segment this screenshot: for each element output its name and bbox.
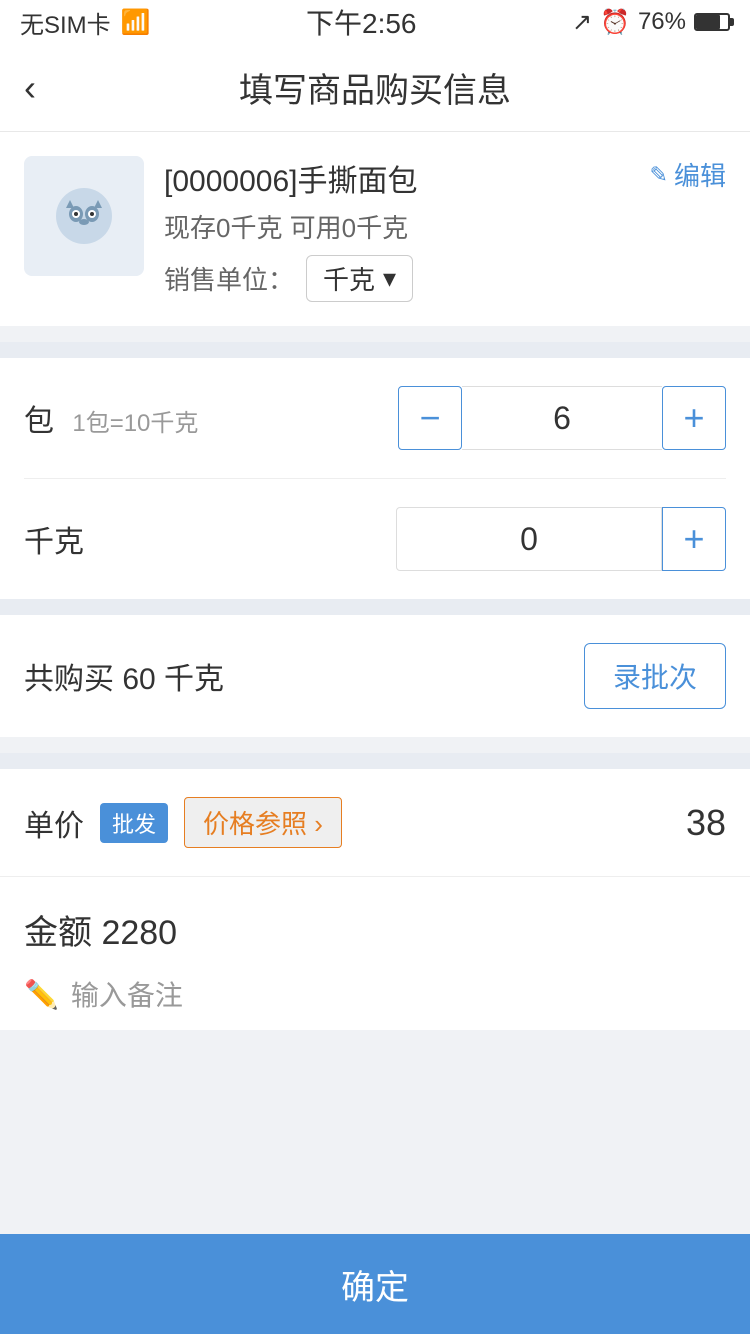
dropdown-icon: ▾ bbox=[383, 263, 396, 294]
package-sublabel: 1包=10千克 bbox=[72, 410, 198, 437]
product-card: [0000006]手撕面包 ✎ 编辑 现存0千克 可用0千克 销售单位： 千克 … bbox=[0, 132, 750, 326]
batch-button[interactable]: 录批次 bbox=[584, 643, 726, 709]
unit-label: 销售单位： bbox=[164, 260, 294, 297]
status-bar: 无SIM卡 📶 下午2:56 ↗ ⏰ 76% bbox=[0, 0, 750, 44]
price-section: 单价 批发 价格参照 › 38 bbox=[0, 769, 750, 877]
battery-label: 76% bbox=[638, 8, 686, 36]
kg-plus-button[interactable]: + bbox=[662, 507, 726, 571]
product-stock: 现存0千克 可用0千克 bbox=[164, 208, 726, 245]
page-title: 填写商品购买信息 bbox=[239, 63, 511, 112]
status-right: ↗ ⏰ 76% bbox=[572, 8, 730, 37]
confirm-button[interactable]: 确定 bbox=[0, 1234, 750, 1334]
kg-label: 千克 bbox=[24, 517, 396, 561]
section-divider-3 bbox=[0, 753, 750, 769]
status-left: 无SIM卡 📶 bbox=[20, 5, 151, 40]
section-divider-1 bbox=[0, 342, 750, 358]
back-button[interactable]: ‹ bbox=[24, 67, 36, 109]
product-name: [0000006]手撕面包 bbox=[164, 156, 417, 200]
summary-text: 共购买 60 千克 bbox=[24, 654, 224, 698]
product-info: [0000006]手撕面包 ✎ 编辑 现存0千克 可用0千克 销售单位： 千克 … bbox=[164, 156, 726, 302]
amount-label: 金额 bbox=[24, 914, 92, 952]
price-type-tag: 批发 bbox=[100, 803, 168, 843]
package-input[interactable] bbox=[462, 386, 662, 450]
product-thumbnail bbox=[24, 156, 144, 276]
product-logo-icon bbox=[54, 186, 114, 246]
price-value: 38 bbox=[686, 802, 726, 844]
package-minus-button[interactable]: − bbox=[398, 386, 462, 450]
amount-section: 金额 2280 ✏️ 输入备注 bbox=[0, 877, 750, 1030]
battery-icon bbox=[694, 13, 730, 31]
price-label: 单价 bbox=[24, 801, 84, 845]
amount-value: 2280 bbox=[101, 914, 177, 952]
remark-row[interactable]: ✏️ 输入备注 bbox=[24, 974, 726, 1014]
package-label: 包 1包=10千克 bbox=[24, 396, 398, 440]
status-time: 下午2:56 bbox=[306, 2, 417, 42]
summary-section: 共购买 60 千克 录批次 bbox=[0, 615, 750, 737]
package-stepper: − + bbox=[398, 386, 726, 450]
price-ref-button[interactable]: 价格参照 › bbox=[184, 797, 342, 848]
alarm-icon: ⏰ bbox=[600, 8, 630, 37]
remark-placeholder: 输入备注 bbox=[71, 974, 183, 1014]
unit-select[interactable]: 千克 ▾ bbox=[306, 255, 413, 302]
price-left: 单价 批发 价格参照 › bbox=[24, 797, 342, 848]
amount-row: 金额 2280 bbox=[24, 905, 726, 954]
edit-button[interactable]: ✎ 编辑 bbox=[650, 156, 726, 193]
kg-stepper: + bbox=[396, 507, 726, 571]
product-unit-row: 销售单位： 千克 ▾ bbox=[164, 255, 726, 302]
kg-input[interactable] bbox=[396, 507, 662, 571]
section-divider-2 bbox=[0, 599, 750, 615]
nav-bar: ‹ 填写商品购买信息 bbox=[0, 44, 750, 132]
bottom-space bbox=[0, 1030, 750, 1150]
package-plus-button[interactable]: + bbox=[662, 386, 726, 450]
input-section: 包 1包=10千克 − + 千克 + bbox=[0, 358, 750, 599]
location-icon: ↗ bbox=[572, 8, 592, 37]
package-row: 包 1包=10千克 − + bbox=[24, 358, 726, 479]
kg-row: 千克 + bbox=[24, 479, 726, 599]
wifi-icon: 📶 bbox=[121, 8, 151, 37]
edit-pencil-icon: ✏️ bbox=[24, 978, 59, 1011]
carrier-label: 无SIM卡 bbox=[20, 5, 111, 40]
